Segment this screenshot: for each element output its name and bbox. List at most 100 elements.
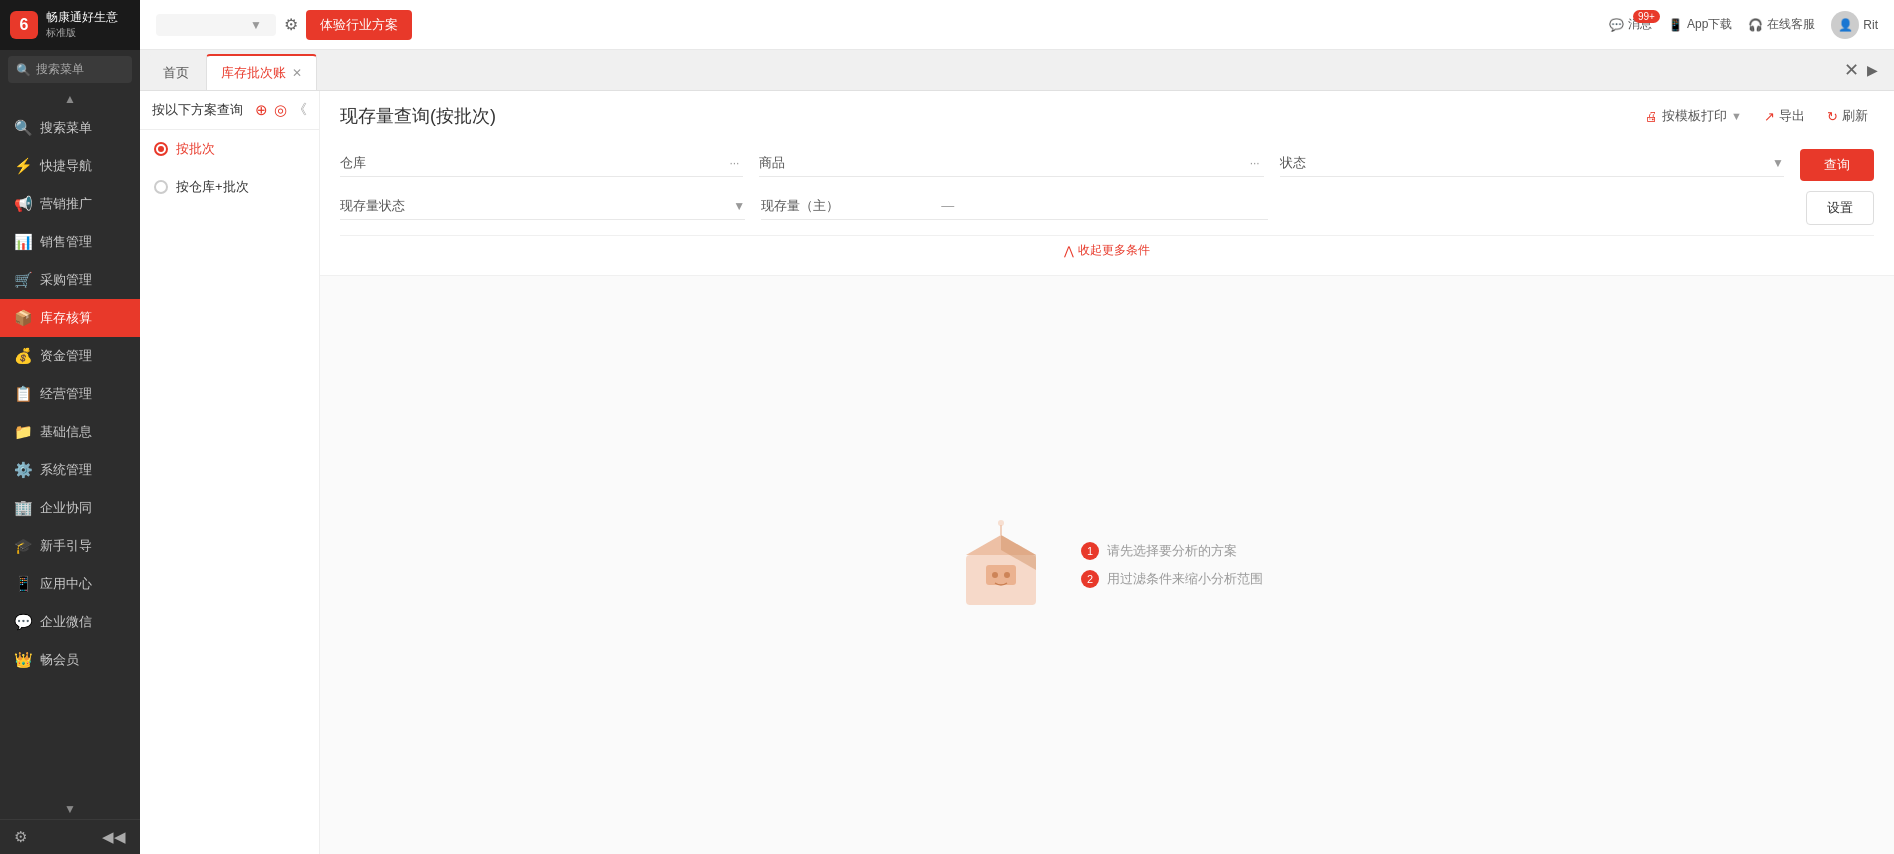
print-button[interactable]: 🖨 按模板打印 ▼ (1639, 103, 1748, 129)
topbar: ▼ ⚙ 体验行业方案 💬 消息 99+ 📱 App下载 🎧 在线客服 👤 (140, 0, 1894, 50)
topbar-settings-icon[interactable]: ⚙ (284, 15, 298, 34)
scheme-settings-icon[interactable]: ◎ (274, 101, 287, 119)
sidebar-item-label: 销售管理 (40, 233, 92, 251)
export-button[interactable]: ↗ 导出 (1758, 103, 1811, 129)
app-title: 畅康通好生意 (46, 10, 118, 26)
status-input[interactable] (1340, 153, 1772, 172)
warehouse-input[interactable] (400, 153, 725, 172)
collapse-more-button[interactable]: ⋀ 收起更多条件 (340, 235, 1874, 265)
sales-icon: 📊 (14, 233, 32, 251)
sidebar-item-inventory[interactable]: 📦 库存核算 (0, 299, 140, 337)
system-icon: ⚙️ (14, 461, 32, 479)
user-avatar[interactable]: 👤 Rit (1831, 11, 1878, 39)
sidebar-item-purchase[interactable]: 🛒 采购管理 (0, 261, 140, 299)
inventory-status-input[interactable] (413, 196, 725, 215)
sidebar-item-label: 企业协同 (40, 499, 92, 517)
inventory-quantity-dash: — (935, 198, 960, 213)
app-subtitle: 标准版 (46, 26, 118, 40)
tab-inventory-batch[interactable]: 库存批次账 ✕ (206, 54, 317, 90)
newbie-icon: 🎓 (14, 537, 32, 555)
condition-row-1: 仓库 ··· 商品 ··· 状态 ▼ 查询 (340, 149, 1874, 181)
inventory-quantity-to[interactable] (968, 196, 1048, 215)
sidebar-item-enterprise[interactable]: 🏢 企业协同 (0, 489, 140, 527)
inventory-icon: 📦 (14, 309, 32, 327)
sidebar-nav: 🔍 搜索菜单 ⚡ 快捷导航 📢 营销推广 📊 销售管理 🛒 采购管理 📦 库存核… (0, 109, 140, 799)
scroll-up-button[interactable]: ▲ (0, 89, 140, 109)
dropdown-arrow-icon[interactable]: ▼ (246, 18, 266, 32)
collapse-label: 收起更多条件 (1078, 242, 1150, 259)
sidebar-item-appstore[interactable]: 📱 应用中心 (0, 565, 140, 603)
sidebar-item-system[interactable]: ⚙️ 系统管理 (0, 451, 140, 489)
tip-text-2: 用过滤条件来缩小分析范围 (1107, 570, 1263, 588)
warehouse-more[interactable]: ··· (725, 156, 743, 170)
message-button[interactable]: 💬 消息 99+ (1609, 16, 1652, 33)
tab-home[interactable]: 首页 (148, 55, 204, 90)
sidebar-item-label: 库存核算 (40, 309, 92, 327)
message-icon: 💬 (1609, 18, 1624, 32)
collapse-sidebar-icon[interactable]: ◀◀ (102, 828, 126, 846)
filter-header-actions: ⊕ ◎ 《 (255, 101, 307, 119)
sidebar-item-wechat[interactable]: 💬 企业微信 (0, 603, 140, 641)
sidebar-item-basic[interactable]: 📁 基础信息 (0, 413, 140, 451)
settings-bottom-icon[interactable]: ⚙ (14, 828, 27, 846)
headset-icon: 🎧 (1748, 18, 1763, 32)
refresh-button[interactable]: ↻ 刷新 (1821, 103, 1874, 129)
sidebar-search[interactable]: 🔍 搜索菜单 (8, 56, 132, 83)
topbar-search-box[interactable]: ▼ (156, 14, 276, 36)
appstore-icon: 📱 (14, 575, 32, 593)
print-dropdown-icon[interactable]: ▼ (1731, 110, 1742, 122)
sidebar-bottom: ⚙ ◀◀ (0, 819, 140, 854)
filter-panel: 按以下方案查询 ⊕ ◎ 《 按批次 按仓库+批次 (140, 91, 320, 854)
query-button[interactable]: 查询 (1800, 149, 1874, 181)
empty-state-icon (951, 515, 1051, 615)
inventory-quantity-from[interactable] (847, 196, 927, 215)
online-service-button[interactable]: 🎧 在线客服 (1748, 16, 1815, 33)
tip-item-1: 1 请先选择要分析的方案 (1081, 542, 1263, 560)
product-more[interactable]: ··· (1246, 156, 1264, 170)
sidebar-item-marketing[interactable]: 📢 营销推广 (0, 185, 140, 223)
user-name: Rit (1863, 18, 1878, 32)
collapse-panel-icon[interactable]: 《 (293, 101, 307, 119)
sidebar-item-label: 营销推广 (40, 195, 92, 213)
sidebar-item-label: 系统管理 (40, 461, 92, 479)
sidebar-item-search-menu[interactable]: 🔍 搜索菜单 (0, 109, 140, 147)
add-scheme-icon[interactable]: ⊕ (255, 101, 268, 119)
sidebar-item-newbie[interactable]: 🎓 新手引导 (0, 527, 140, 565)
filter-header: 按以下方案查询 ⊕ ◎ 《 (140, 91, 319, 130)
empty-state: 1 请先选择要分析的方案 2 用过滤条件来缩小分析范围 (320, 276, 1894, 854)
page-content: 按以下方案查询 ⊕ ◎ 《 按批次 按仓库+批次 现 (140, 91, 1894, 854)
sidebar-item-member[interactable]: 👑 畅会员 (0, 641, 140, 679)
inventory-status-label: 现存量状态 (340, 197, 405, 215)
app-download-button[interactable]: 📱 App下载 (1668, 16, 1732, 33)
marketing-icon: 📢 (14, 195, 32, 213)
message-badge: 99+ (1633, 10, 1660, 23)
close-panel-icon[interactable]: ✕ (1844, 59, 1859, 81)
sidebar-item-finance[interactable]: 💰 资金管理 (0, 337, 140, 375)
expand-panel-icon[interactable]: ▶ (1867, 62, 1878, 78)
settings-button[interactable]: 设置 (1806, 191, 1874, 225)
sidebar-item-quick-nav[interactable]: ⚡ 快捷导航 (0, 147, 140, 185)
print-label: 按模板打印 (1662, 107, 1727, 125)
finance-icon: 💰 (14, 347, 32, 365)
main-area: ▼ ⚙ 体验行业方案 💬 消息 99+ 📱 App下载 🎧 在线客服 👤 (140, 0, 1894, 854)
trial-button[interactable]: 体验行业方案 (306, 10, 412, 40)
tab-close-icon[interactable]: ✕ (292, 66, 302, 80)
inventory-status-dropdown-icon[interactable]: ▼ (733, 199, 745, 213)
empty-tips: 1 请先选择要分析的方案 2 用过滤条件来缩小分析范围 (1081, 542, 1263, 588)
wechat-icon: 💬 (14, 613, 32, 631)
filter-item-label: 按批次 (176, 140, 215, 158)
filter-item-by-batch[interactable]: 按批次 (140, 130, 319, 168)
online-service-label: 在线客服 (1767, 16, 1815, 33)
refresh-icon: ↻ (1827, 109, 1838, 124)
sidebar-item-operations[interactable]: 📋 经营管理 (0, 375, 140, 413)
sidebar-item-sales[interactable]: 📊 销售管理 (0, 223, 140, 261)
topbar-search-input[interactable] (166, 18, 246, 32)
scroll-down-button[interactable]: ▼ (0, 799, 140, 819)
tip-text-1: 请先选择要分析的方案 (1107, 542, 1237, 560)
status-dropdown-icon[interactable]: ▼ (1772, 156, 1784, 170)
sidebar-header: 6 畅康通好生意 标准版 (0, 0, 140, 50)
basic-icon: 📁 (14, 423, 32, 441)
product-input[interactable] (819, 153, 1245, 172)
filter-item-by-warehouse-batch[interactable]: 按仓库+批次 (140, 168, 319, 206)
member-icon: 👑 (14, 651, 32, 669)
